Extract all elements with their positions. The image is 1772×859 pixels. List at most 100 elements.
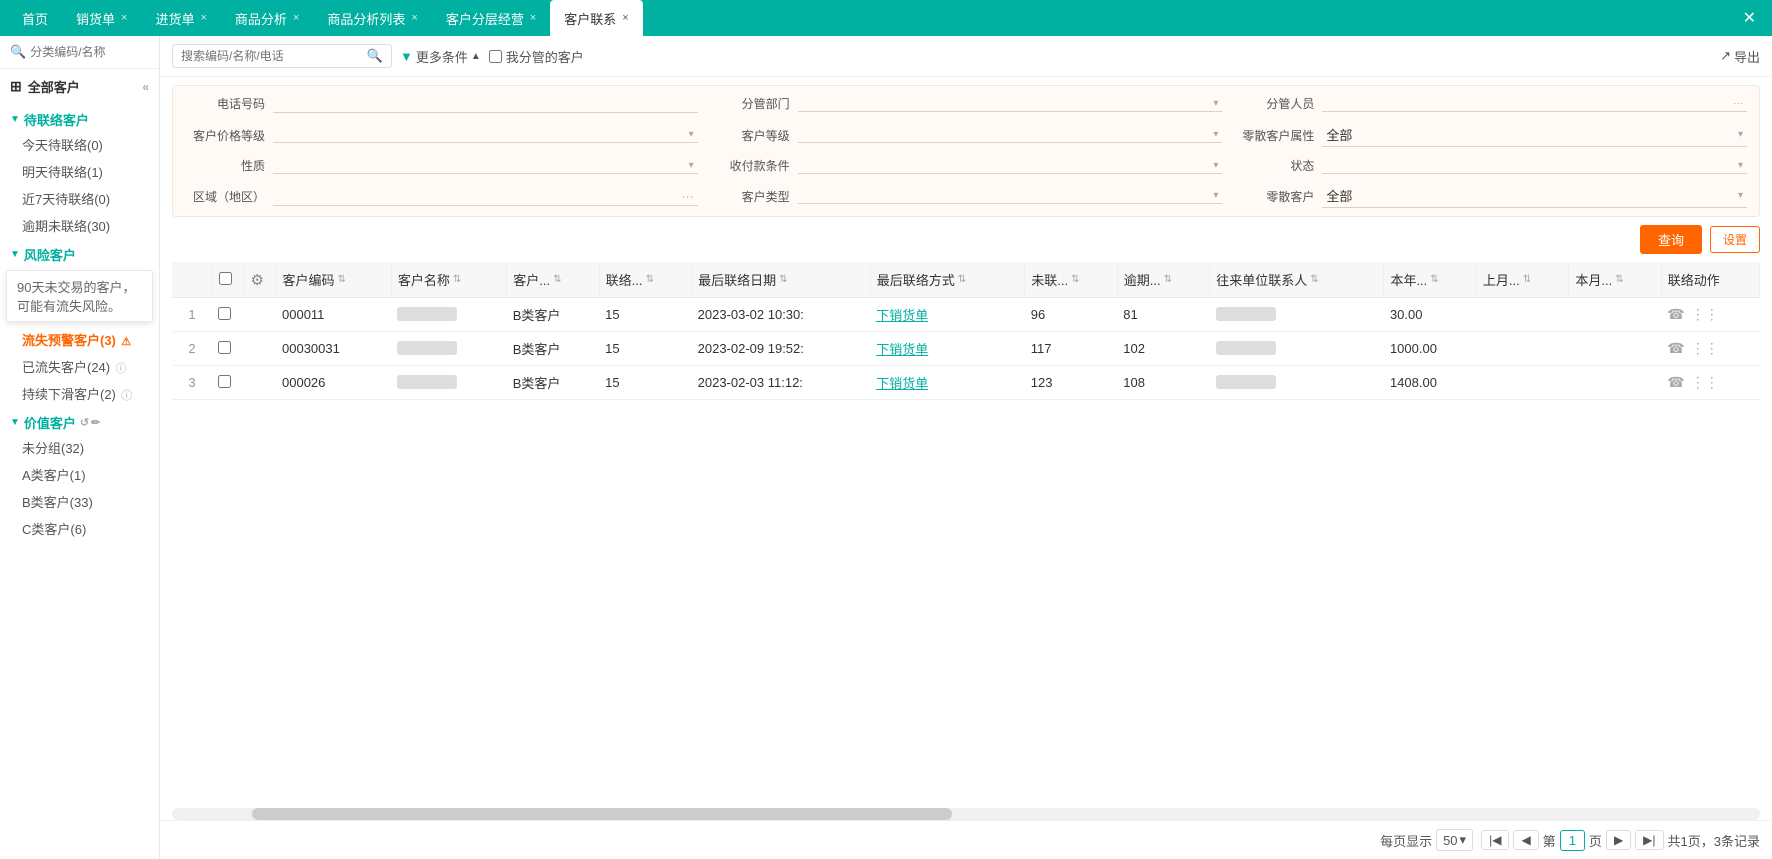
th-name[interactable]: 客户名称 ⇅ (391, 262, 506, 298)
tab-sales[interactable]: 销货单 × (62, 0, 141, 36)
filter-status-select[interactable]: ▾ (1322, 158, 1747, 174)
more-conditions-button[interactable]: ▼ 更多条件 ▲ (400, 47, 481, 66)
horizontal-scrollbar[interactable] (172, 808, 1760, 820)
th-this-year[interactable]: 本年... ⇅ (1384, 262, 1476, 298)
sidebar-group-risk[interactable]: ▼ 风险客户 (0, 239, 159, 266)
sidebar-item-churn-warning[interactable]: 流失预警客户(3) ⚠ (0, 326, 159, 353)
tab-purchase-close[interactable]: × (200, 12, 206, 24)
th-code[interactable]: 客户编码 ⇅ (276, 262, 391, 298)
filter-scatter-attr-select[interactable]: 全部 ▾ (1322, 123, 1747, 147)
tab-customer-layer[interactable]: 客户分层经营 × (432, 0, 550, 36)
export-button[interactable]: ↗ 导出 (1720, 47, 1760, 66)
sidebar-group-value[interactable]: ▼ 价值客户 ↺ ✏ (0, 407, 159, 434)
my-customers-checkbox-label[interactable]: 我分管的客户 (489, 47, 584, 66)
row-spacer-1 (244, 332, 276, 366)
table-header-row: ⚙ 客户编码 ⇅ 客户名称 ⇅ (172, 262, 1760, 298)
page-last-button[interactable]: ▶| (1635, 830, 1663, 850)
tab-purchase[interactable]: 进货单 × (141, 0, 220, 36)
th-no-contact[interactable]: 未联... ⇅ (1025, 262, 1117, 298)
row-last-month-2 (1476, 366, 1568, 400)
row-checkbox-1[interactable] (212, 332, 244, 366)
th-checkbox[interactable] (212, 262, 244, 298)
sidebar-item-churned[interactable]: 已流失客户(24) ⓘ (0, 353, 159, 380)
th-contact[interactable]: 联络... ⇅ (599, 262, 691, 298)
th-this-month[interactable]: 本月... ⇅ (1569, 262, 1661, 298)
table-settings-icon[interactable]: ⚙ (251, 272, 264, 289)
close-all-button[interactable]: ✕ (1735, 8, 1764, 28)
scatter-attr-arrow: ▾ (1738, 129, 1743, 140)
sidebar-item-b-class[interactable]: B类客户(33) (0, 488, 159, 515)
row-action-more-2[interactable]: ⋮⋮ (1691, 374, 1719, 391)
sidebar-item-7days[interactable]: 近7天待联络(0) (0, 185, 159, 212)
region-more[interactable]: ··· (682, 189, 694, 203)
value-refresh-icon[interactable]: ↺ (80, 416, 89, 429)
row-checkbox-2[interactable] (212, 366, 244, 400)
tab-sales-close[interactable]: × (121, 12, 127, 24)
row-action-contact-2[interactable]: ☎ (1667, 374, 1684, 391)
query-button[interactable]: 查询 (1640, 225, 1702, 254)
search-submit-icon[interactable]: 🔍 (367, 48, 383, 64)
filter-payment-select[interactable]: ▾ (798, 158, 1223, 174)
th-settings[interactable]: ⚙ (244, 262, 276, 298)
row-this-month-2 (1569, 366, 1661, 400)
sidebar-item-today[interactable]: 今天待联络(0) (0, 131, 159, 158)
tab-goods-analysis[interactable]: 商品分析 × (221, 0, 313, 36)
filter-dept-select[interactable]: ▾ (798, 96, 1223, 112)
my-customers-checkbox[interactable] (489, 50, 502, 63)
row-last-method-0[interactable]: 下销货单 (870, 298, 1025, 332)
filter-nature-select[interactable]: ▾ (273, 158, 698, 174)
sidebar-group-pending[interactable]: ▼ 待联络客户 (0, 104, 159, 131)
row-no-contact-1: 117 (1025, 332, 1117, 366)
filter-scatter-cust-select[interactable]: 全部 ▾ (1322, 184, 1747, 208)
page-prev-button[interactable]: ◀ (1513, 830, 1538, 850)
tab-customer-contact[interactable]: 客户联系 × (550, 0, 642, 36)
th-overdue[interactable]: 逾期... ⇅ (1117, 262, 1209, 298)
per-page-select[interactable]: 50 ▾ (1436, 829, 1473, 851)
select-all-checkbox[interactable] (219, 272, 232, 285)
tab-goods-analysis-list[interactable]: 商品分析列表 × (313, 0, 431, 36)
settings-button[interactable]: 设置 (1710, 226, 1760, 253)
tab-home[interactable]: 首页 (8, 0, 62, 36)
sidebar-item-overdue[interactable]: 逾期未联络(30) (0, 212, 159, 239)
filter-price-grade-select[interactable]: ▾ (273, 127, 698, 143)
declining-info-icon: ⓘ (121, 390, 132, 402)
tab-goods-analysis-list-close[interactable]: × (411, 12, 417, 24)
th-last-method[interactable]: 最后联络方式 ⇅ (870, 262, 1025, 298)
tab-customer-layer-close[interactable]: × (530, 12, 536, 24)
th-type[interactable]: 客户... ⇅ (507, 262, 599, 298)
search-input[interactable] (181, 49, 367, 63)
sidebar-search-input[interactable] (30, 45, 149, 59)
search-box[interactable]: 🔍 (172, 44, 392, 68)
collapse-icon[interactable]: « (142, 80, 149, 94)
all-customers-header[interactable]: ⊞ 全部客户 « (0, 69, 159, 104)
tab-customer-contact-close[interactable]: × (622, 12, 628, 24)
sidebar-item-ungroup[interactable]: 未分组(32) (0, 434, 159, 461)
filter-cust-type-select[interactable]: ▾ (798, 188, 1223, 204)
filter-region-select[interactable]: ··· (273, 187, 698, 206)
scrollbar-thumb[interactable] (252, 808, 952, 820)
row-checkbox-0[interactable] (212, 298, 244, 332)
sidebar-item-a-class[interactable]: A类客户(1) (0, 461, 159, 488)
th-unit-contact[interactable]: 往来单位联系人 ⇅ (1210, 262, 1384, 298)
th-last-date[interactable]: 最后联络日期 ⇅ (692, 262, 871, 298)
row-action-contact-0[interactable]: ☎ (1667, 306, 1684, 323)
row-last-method-2[interactable]: 下销货单 (870, 366, 1025, 400)
tab-goods-analysis-close[interactable]: × (293, 12, 299, 24)
filter-person-select[interactable]: ··· (1322, 96, 1747, 112)
more-conditions-label: 更多条件 (416, 47, 468, 66)
row-last-method-1[interactable]: 下销货单 (870, 332, 1025, 366)
row-action-contact-1[interactable]: ☎ (1667, 340, 1684, 357)
page-first-button[interactable]: |◀ (1481, 830, 1509, 850)
sidebar-item-tomorrow[interactable]: 明天待联络(1) (0, 158, 159, 185)
filter-row-2: 客户价格等级 ▾ 客户等级 ▾ 零散客户属性 全部 ▾ (185, 123, 1747, 147)
row-action-more-1[interactable]: ⋮⋮ (1691, 340, 1719, 357)
sidebar-item-c-class[interactable]: C类客户(6) (0, 515, 159, 542)
filter-customer-grade-select[interactable]: ▾ (798, 127, 1223, 143)
page-next-button[interactable]: ▶ (1606, 830, 1631, 850)
value-edit-icon[interactable]: ✏ (91, 416, 100, 429)
row-action-more-0[interactable]: ⋮⋮ (1691, 306, 1719, 323)
filter-phone-input[interactable] (273, 94, 698, 113)
th-last-month[interactable]: 上月... ⇅ (1476, 262, 1568, 298)
row-num-2: 3 (172, 366, 212, 400)
sidebar-item-declining[interactable]: 持续下滑客户(2) ⓘ (0, 380, 159, 407)
